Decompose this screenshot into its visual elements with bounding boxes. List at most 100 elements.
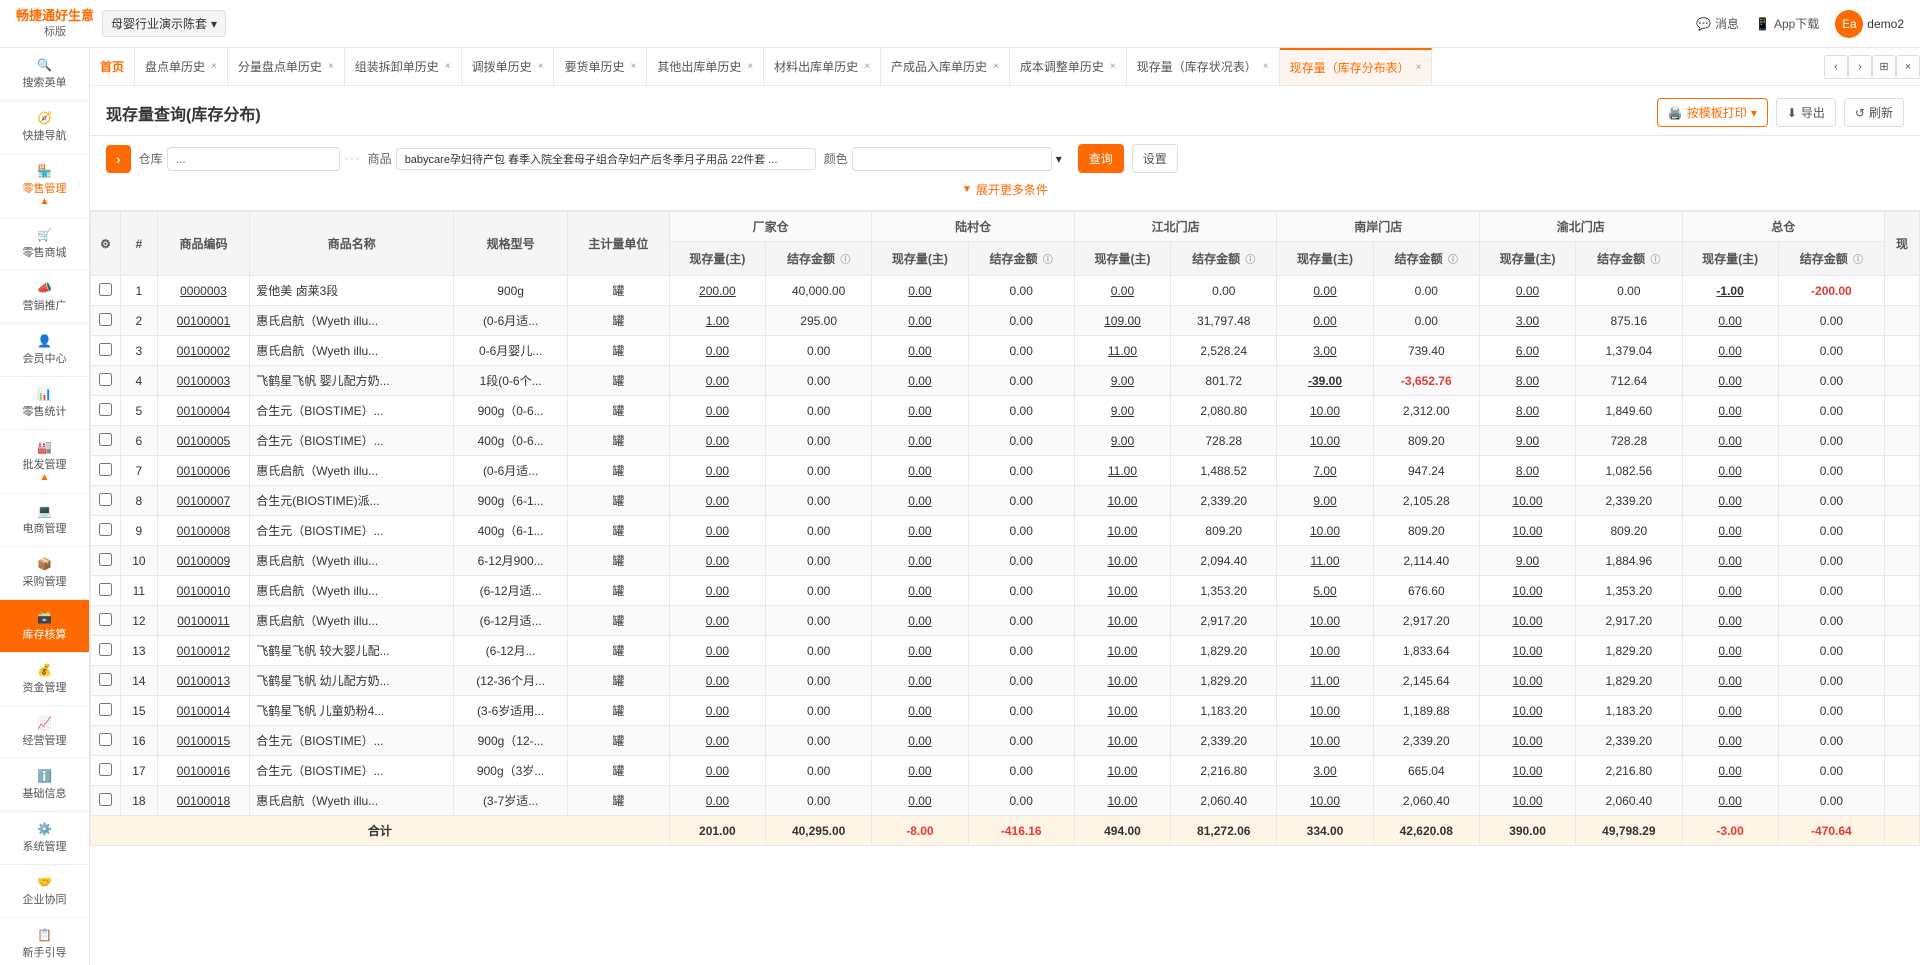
expand-more-btn[interactable]: ▼ 展开更多条件 bbox=[106, 177, 1904, 202]
row-extra bbox=[1885, 306, 1920, 336]
tab-outbound-history[interactable]: 其他出库单历史 × bbox=[647, 48, 764, 86]
sidebar-item-inventory[interactable]: 🗃️ 库存核算 bbox=[0, 600, 89, 653]
row-checkbox[interactable] bbox=[91, 276, 121, 306]
sidebar-item-member[interactable]: 👤 会员中心 bbox=[0, 324, 89, 377]
row-na-amount: 0.00 bbox=[1373, 306, 1479, 336]
row-checkbox[interactable] bbox=[91, 546, 121, 576]
tab-home[interactable]: 首页 bbox=[90, 48, 135, 86]
tab-outbound-history-label: 其他出库单历史 bbox=[657, 58, 741, 75]
industry-selector[interactable]: 母婴行业演示陈套 ▾ bbox=[102, 10, 226, 37]
tab-stock-status-close[interactable]: × bbox=[1263, 61, 1269, 72]
row-checkbox[interactable] bbox=[91, 756, 121, 786]
row-checkbox[interactable] bbox=[91, 486, 121, 516]
tab-outbound-history-close[interactable]: × bbox=[747, 61, 753, 72]
row-extra bbox=[1885, 696, 1920, 726]
tab-inventory-history[interactable]: 盘点单历史 × bbox=[135, 48, 228, 86]
retail-icon: 🏪 bbox=[4, 164, 85, 178]
row-total-stock: 0.00 bbox=[1682, 636, 1778, 666]
tab-next-btn[interactable]: › bbox=[1848, 55, 1872, 79]
tab-stock-distribution[interactable]: 现存量（库存分布表） × bbox=[1280, 48, 1433, 86]
tab-transfer-history-close[interactable]: × bbox=[538, 61, 544, 72]
row-unit: 罐 bbox=[568, 426, 670, 456]
export-btn[interactable]: ⬇ 导出 bbox=[1776, 98, 1836, 127]
row-checkbox[interactable] bbox=[91, 516, 121, 546]
tab-product-inbound-close[interactable]: × bbox=[993, 61, 999, 72]
row-yb-amount: 1,884.96 bbox=[1576, 546, 1682, 576]
row-lc-amount: 0.00 bbox=[968, 606, 1074, 636]
settings-btn[interactable]: 设置 bbox=[1132, 144, 1178, 173]
tab-partial-history-close[interactable]: × bbox=[328, 61, 334, 72]
tab-stock-status[interactable]: 现存量（库存状况表） × bbox=[1127, 48, 1280, 86]
query-btn[interactable]: 查询 bbox=[1078, 144, 1124, 173]
tab-order-history[interactable]: 要货单历史 × bbox=[554, 48, 647, 86]
sidebar-item-marketing[interactable]: 📣 营销推广 bbox=[0, 271, 89, 324]
tab-material-history-close[interactable]: × bbox=[864, 61, 870, 72]
user-area[interactable]: Ea demo2 bbox=[1835, 10, 1904, 38]
tab-cost-adjustment-close[interactable]: × bbox=[1110, 61, 1116, 72]
row-cy-amount: 0.00 bbox=[765, 756, 871, 786]
sidebar-item-operations[interactable]: 📈 经营管理 bbox=[0, 706, 89, 759]
tab-partial-history[interactable]: 分量盘点单历史 × bbox=[228, 48, 345, 86]
th-settings[interactable]: ⚙ bbox=[91, 212, 121, 276]
row-jb-stock: 10.00 bbox=[1074, 696, 1170, 726]
total-total-stock: -3.00 bbox=[1682, 816, 1778, 846]
sidebar-item-system[interactable]: ⚙️ 系统管理 bbox=[0, 812, 89, 865]
message-action[interactable]: 💬 消息 bbox=[1696, 15, 1739, 32]
row-jb-amount: 1,829.20 bbox=[1171, 636, 1277, 666]
row-checkbox[interactable] bbox=[91, 336, 121, 366]
warehouse-input[interactable] bbox=[167, 147, 340, 171]
row-checkbox[interactable] bbox=[91, 396, 121, 426]
sidebar-item-collab[interactable]: 🤝 企业协同 bbox=[0, 865, 89, 918]
tab-expand-btn[interactable]: ⊞ bbox=[1872, 55, 1896, 79]
row-cy-stock: 0.00 bbox=[669, 666, 765, 696]
expand-orange-btn[interactable]: › bbox=[106, 145, 131, 173]
row-lc-amount: 0.00 bbox=[968, 726, 1074, 756]
table-row: 2 00100001 惠氏启航（Wyeth illu... (0-6月适... … bbox=[91, 306, 1920, 336]
tab-prev-btn[interactable]: ‹ bbox=[1824, 55, 1848, 79]
row-lc-amount: 0.00 bbox=[968, 426, 1074, 456]
row-checkbox[interactable] bbox=[91, 696, 121, 726]
tab-assembly-history[interactable]: 组装拆卸单历史 × bbox=[345, 48, 462, 86]
sidebar-item-basics[interactable]: ℹ️ 基础信息 bbox=[0, 759, 89, 812]
tab-stock-distribution-close[interactable]: × bbox=[1416, 62, 1422, 73]
tab-material-history[interactable]: 材料出库单历史 × bbox=[764, 48, 881, 86]
sidebar-item-retail-mgmt-label: 零售管理 bbox=[4, 180, 85, 196]
tab-cost-adjustment[interactable]: 成本调整单历史 × bbox=[1010, 48, 1127, 86]
sidebar-item-wholesale[interactable]: 🏭 批发管理 ▲ bbox=[0, 430, 89, 494]
sidebar-item-purchase[interactable]: 📦 采购管理 bbox=[0, 547, 89, 600]
inventory-table: ⚙ # 商品编码 商品名称 规格型号 主计量单位 厂家仓 陆村仓 江北门店 南岸… bbox=[90, 211, 1920, 846]
print-btn[interactable]: 🖨️ 按模板打印 ▾ bbox=[1657, 98, 1768, 127]
sidebar-item-nav[interactable]: 🧭 快捷导航 bbox=[0, 101, 89, 154]
sidebar-item-ecommerce[interactable]: 💻 电商管理 bbox=[0, 494, 89, 547]
row-extra bbox=[1885, 336, 1920, 366]
row-checkbox[interactable] bbox=[91, 786, 121, 816]
tab-transfer-history[interactable]: 调拨单历史 × bbox=[462, 48, 555, 86]
row-checkbox[interactable] bbox=[91, 666, 121, 696]
row-checkbox[interactable] bbox=[91, 636, 121, 666]
sidebar-item-retail-stats[interactable]: 📊 零售统计 bbox=[0, 377, 89, 430]
refresh-btn[interactable]: ↺ 刷新 bbox=[1844, 98, 1904, 127]
sidebar-item-retail-mall[interactable]: 🛒 零售商城 bbox=[0, 218, 89, 271]
color-filter: 颜色 ▾ bbox=[824, 147, 1062, 171]
sidebar-item-retail-mgmt[interactable]: 🏪 零售管理 ▲ bbox=[0, 154, 89, 218]
goods-input[interactable] bbox=[396, 148, 816, 170]
tab-assembly-history-close[interactable]: × bbox=[445, 61, 451, 72]
color-input[interactable] bbox=[852, 147, 1052, 171]
sidebar-item-guide[interactable]: 📋 新手引导 bbox=[0, 918, 89, 965]
row-total-stock: 0.00 bbox=[1682, 336, 1778, 366]
sidebar-item-search[interactable]: 🔍 搜索英单 bbox=[0, 48, 89, 101]
row-checkbox[interactable] bbox=[91, 456, 121, 486]
tab-order-history-close[interactable]: × bbox=[630, 61, 636, 72]
tab-close-all-btn[interactable]: × bbox=[1896, 55, 1920, 79]
row-checkbox[interactable] bbox=[91, 306, 121, 336]
row-checkbox[interactable] bbox=[91, 366, 121, 396]
row-checkbox[interactable] bbox=[91, 576, 121, 606]
tab-product-inbound[interactable]: 产成品入库单历史 × bbox=[881, 48, 1010, 86]
row-checkbox[interactable] bbox=[91, 606, 121, 636]
app-download-action[interactable]: 📱 App下载 bbox=[1755, 15, 1819, 32]
page-actions: 🖨️ 按模板打印 ▾ ⬇ 导出 ↺ 刷新 bbox=[1657, 98, 1904, 127]
sidebar-item-finance[interactable]: 💰 资金管理 bbox=[0, 653, 89, 706]
row-checkbox[interactable] bbox=[91, 726, 121, 756]
tab-inventory-history-close[interactable]: × bbox=[211, 61, 217, 72]
row-checkbox[interactable] bbox=[91, 426, 121, 456]
